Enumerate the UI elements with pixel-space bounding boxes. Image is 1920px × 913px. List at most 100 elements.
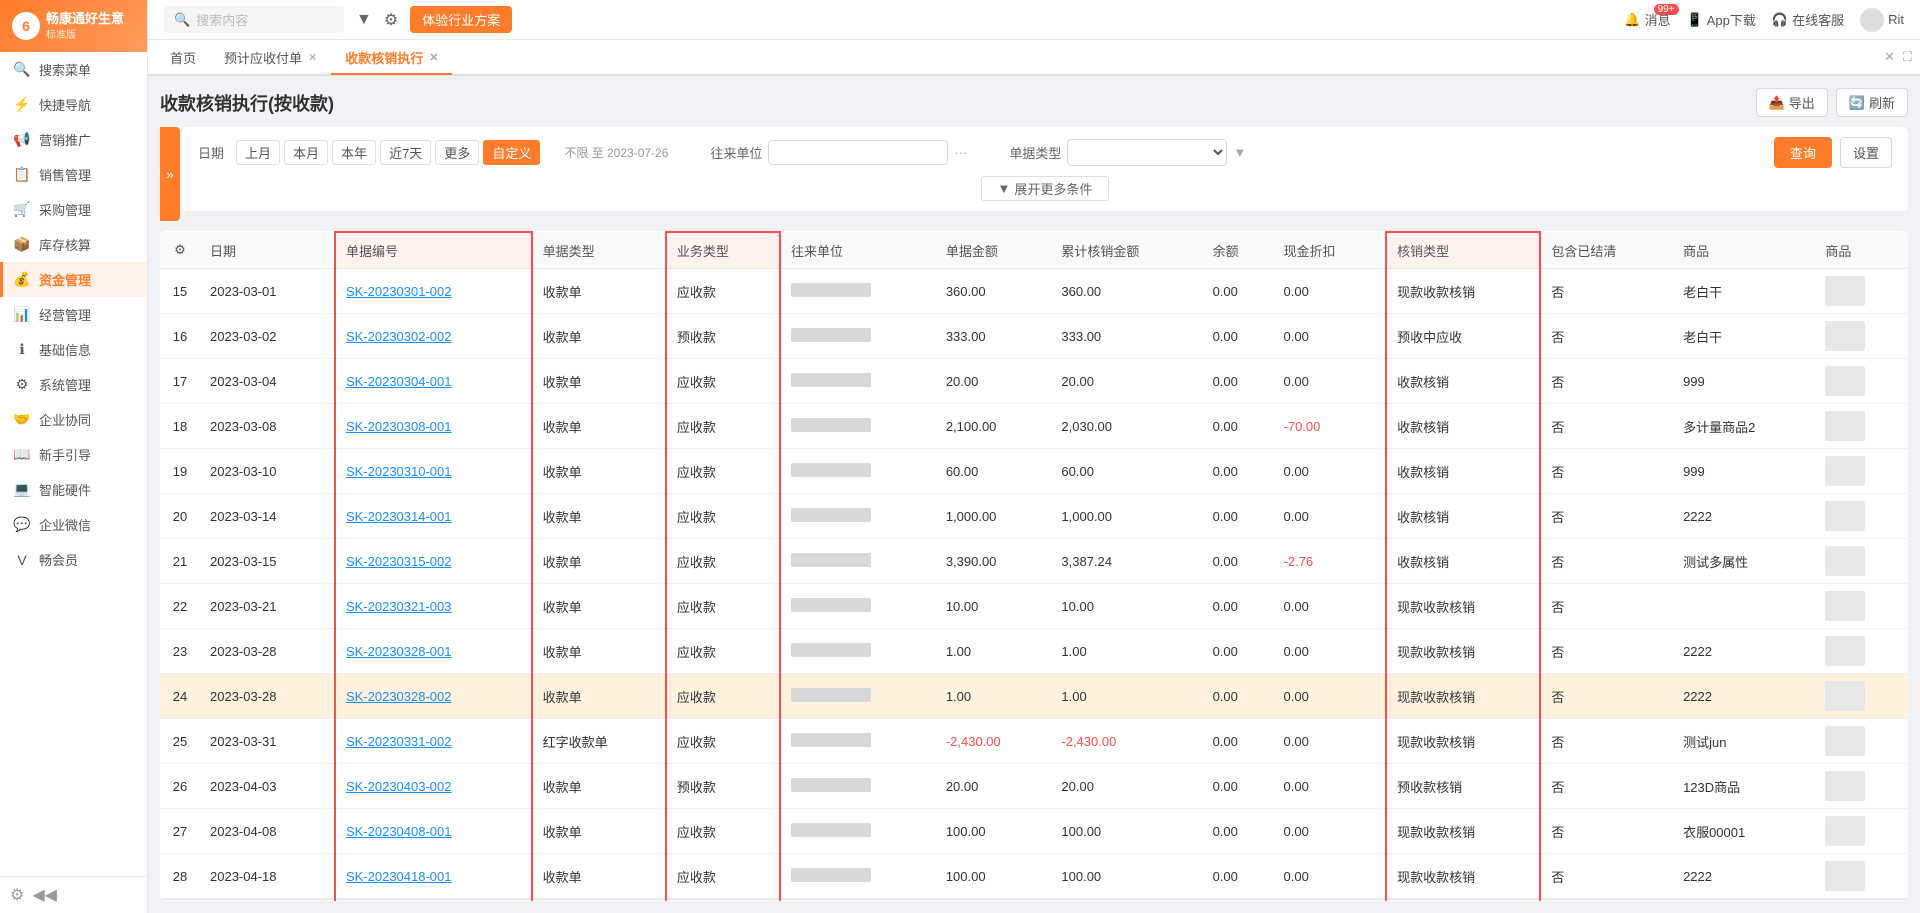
sidebar-item-hardware[interactable]: 💻 智能硬件 xyxy=(0,472,147,507)
cell-bill-no[interactable]: SK-20230304-001 xyxy=(335,359,532,404)
sidebar-item-guide[interactable]: 📖 新手引导 xyxy=(0,437,147,472)
sidebar-item-label: 系统管理 xyxy=(39,375,91,394)
filter-collapse-btn[interactable]: » xyxy=(160,127,180,221)
table-row[interactable]: 20 2023-03-14 SK-20230314-001 收款单 应收款 1,… xyxy=(160,494,1908,539)
table-row[interactable]: 22 2023-03-21 SK-20230321-003 收款单 应收款 10… xyxy=(160,584,1908,629)
cell-bill-no[interactable]: SK-20230403-002 xyxy=(335,764,532,809)
table-row[interactable]: 18 2023-03-08 SK-20230308-001 收款单 应收款 2,… xyxy=(160,404,1908,449)
refresh-button[interactable]: 🔄 刷新 xyxy=(1836,88,1908,117)
maximize-icon[interactable]: ⛶ xyxy=(1903,49,1912,65)
cell-bill-type: 收款单 xyxy=(532,629,666,674)
sidebar-item-label: 采购管理 xyxy=(39,200,91,219)
online-service[interactable]: 🎧 在线客服 xyxy=(1772,10,1844,29)
cell-bill-type: 收款单 xyxy=(532,539,666,584)
cell-bill-no[interactable]: SK-20230328-002 xyxy=(335,674,532,719)
solution-button[interactable]: 体验行业方案 xyxy=(410,6,512,33)
table-row[interactable]: 26 2023-04-03 SK-20230403-002 收款单 预收款 20… xyxy=(160,764,1908,809)
cell-bill-no[interactable]: SK-20230314-001 xyxy=(335,494,532,539)
sidebar-item-sales[interactable]: 📋 销售管理 xyxy=(0,157,147,192)
col-counterpart: 往来单位 xyxy=(780,232,936,269)
cell-date: 2023-03-31 xyxy=(200,719,335,764)
topbar-settings-icon[interactable]: ▼ xyxy=(356,11,372,29)
cell-counterpart xyxy=(780,539,936,584)
export-button[interactable]: 📤 导出 xyxy=(1756,88,1828,117)
collapse-icon[interactable]: ◀◀ xyxy=(32,885,57,905)
sidebar-item-weixin[interactable]: 💬 企业微信 xyxy=(0,507,147,542)
sidebar-item-finance[interactable]: 💰 资金管理 xyxy=(0,262,147,297)
export-icon: 📤 xyxy=(1769,95,1785,111)
cell-bill-no[interactable]: SK-20230331-002 xyxy=(335,719,532,764)
cell-writeoff-type: 收款核销 xyxy=(1386,404,1540,449)
cell-bill-no[interactable]: SK-20230302-002 xyxy=(335,314,532,359)
sidebar-item-collab[interactable]: 🤝 企业协同 xyxy=(0,402,147,437)
system-icon: ⚙ xyxy=(13,376,31,393)
cell-cumulative: 20.00 xyxy=(1051,764,1202,809)
tab-writeoff-close[interactable]: ✕ xyxy=(429,51,438,64)
table-row[interactable]: 19 2023-03-10 SK-20230310-001 收款单 应收款 60… xyxy=(160,449,1908,494)
cell-bill-no[interactable]: SK-20230308-001 xyxy=(335,404,532,449)
member-icon: V xyxy=(13,552,31,568)
cell-no: 22 xyxy=(160,584,200,629)
app-download[interactable]: 📱 App下载 xyxy=(1687,10,1756,29)
expand-filter-button[interactable]: ▼ 展开更多条件 xyxy=(981,176,1110,201)
tab-home[interactable]: 首页 xyxy=(156,42,210,75)
cell-writeoff-type: 现款收款核销 xyxy=(1386,584,1540,629)
cell-bill-no[interactable]: SK-20230321-003 xyxy=(335,584,532,629)
table-row[interactable]: 28 2023-04-18 SK-20230418-001 收款单 应收款 10… xyxy=(160,854,1908,900)
sidebar-item-search[interactable]: 🔍 搜索菜单 xyxy=(0,52,147,87)
cell-bill-no[interactable]: SK-20230301-002 xyxy=(335,269,532,314)
message-badge[interactable]: 🔔 消息 99+ xyxy=(1624,10,1670,29)
tab-receivable-close[interactable]: ✕ xyxy=(308,51,317,64)
sidebar-item-inventory[interactable]: 📦 库存核算 xyxy=(0,227,147,262)
purchase-icon: 🛒 xyxy=(13,201,31,218)
date-btn-this-month[interactable]: 本月 xyxy=(284,140,328,165)
tab-writeoff[interactable]: 收款核销执行 ✕ xyxy=(331,42,452,75)
cell-amount: 1,000.00 xyxy=(936,494,1052,539)
cell-writeoff-type: 收款核销 xyxy=(1386,449,1540,494)
table-row[interactable]: 15 2023-03-01 SK-20230301-002 收款单 应收款 36… xyxy=(160,269,1908,314)
table-row[interactable]: 27 2023-04-08 SK-20230408-001 收款单 应收款 10… xyxy=(160,809,1908,854)
date-btn-last-month[interactable]: 上月 xyxy=(236,140,280,165)
date-btn-7days[interactable]: 近7天 xyxy=(380,140,431,165)
cell-bill-no[interactable]: SK-20230328-001 xyxy=(335,629,532,674)
col-settings[interactable]: ⚙ xyxy=(160,232,200,269)
cell-bill-no[interactable]: SK-20230315-002 xyxy=(335,539,532,584)
sidebar-item-quicknav[interactable]: ⚡ 快捷导航 xyxy=(0,87,147,122)
sidebar-item-basic[interactable]: ℹ 基础信息 xyxy=(0,332,147,367)
user-avatar-area[interactable]: Rit xyxy=(1860,8,1904,32)
cell-bill-no[interactable]: SK-20230408-001 xyxy=(335,809,532,854)
cell-product2 xyxy=(1815,854,1908,900)
cell-product: 老白干 xyxy=(1673,314,1815,359)
sidebar-item-operations[interactable]: 📊 经营管理 xyxy=(0,297,147,332)
table-row[interactable]: 24 2023-03-28 SK-20230328-002 收款单 应收款 1.… xyxy=(160,674,1908,719)
sidebar-item-marketing[interactable]: 📢 营销推广 xyxy=(0,122,147,157)
counterpart-input[interactable] xyxy=(768,140,948,165)
cell-bill-no[interactable]: SK-20230418-001 xyxy=(335,854,532,900)
sidebar-item-member[interactable]: V 畅会员 xyxy=(0,542,147,577)
table-row[interactable]: 23 2023-03-28 SK-20230328-001 收款单 应收款 1.… xyxy=(160,629,1908,674)
date-btn-custom[interactable]: 自定义 xyxy=(483,140,540,165)
table-row[interactable]: 21 2023-03-15 SK-20230315-002 收款单 应收款 3,… xyxy=(160,539,1908,584)
topbar-search[interactable]: 🔍 搜索内容 xyxy=(164,6,344,33)
table-row[interactable]: 25 2023-03-31 SK-20230331-002 红字收款单 应收款 … xyxy=(160,719,1908,764)
gear-icon[interactable]: ⚙ xyxy=(384,10,398,30)
query-button[interactable]: 查询 xyxy=(1774,137,1832,168)
filter-settings-button[interactable]: 设置 xyxy=(1840,137,1892,168)
table-scroll[interactable]: ⚙ 日期 单据编号 单据类型 业务类型 往来单位 单据金额 累计核销金额 余额 … xyxy=(160,231,1908,901)
page-actions: 📤 导出 🔄 刷新 xyxy=(1756,88,1908,117)
sidebar-item-system[interactable]: ⚙ 系统管理 xyxy=(0,367,147,402)
table-row[interactable]: 16 2023-03-02 SK-20230302-002 收款单 预收款 33… xyxy=(160,314,1908,359)
cell-writeoff-type: 现款收款核销 xyxy=(1386,629,1540,674)
sidebar-item-purchase[interactable]: 🛒 采购管理 xyxy=(0,192,147,227)
cell-bill-no[interactable]: SK-20230310-001 xyxy=(335,449,532,494)
cell-balance: 0.00 xyxy=(1203,674,1274,719)
bill-type-select[interactable] xyxy=(1067,139,1227,166)
close-all-icon[interactable]: ✕ xyxy=(1884,49,1895,65)
tab-receivable[interactable]: 预计应收付单 ✕ xyxy=(210,42,331,75)
table-row[interactable]: 17 2023-03-04 SK-20230304-001 收款单 应收款 20… xyxy=(160,359,1908,404)
settings-bottom-icon[interactable]: ⚙ xyxy=(10,885,24,905)
date-btn-this-year[interactable]: 本年 xyxy=(332,140,376,165)
cell-counterpart xyxy=(780,674,936,719)
cell-no: 21 xyxy=(160,539,200,584)
date-btn-more[interactable]: 更多 xyxy=(435,140,479,165)
